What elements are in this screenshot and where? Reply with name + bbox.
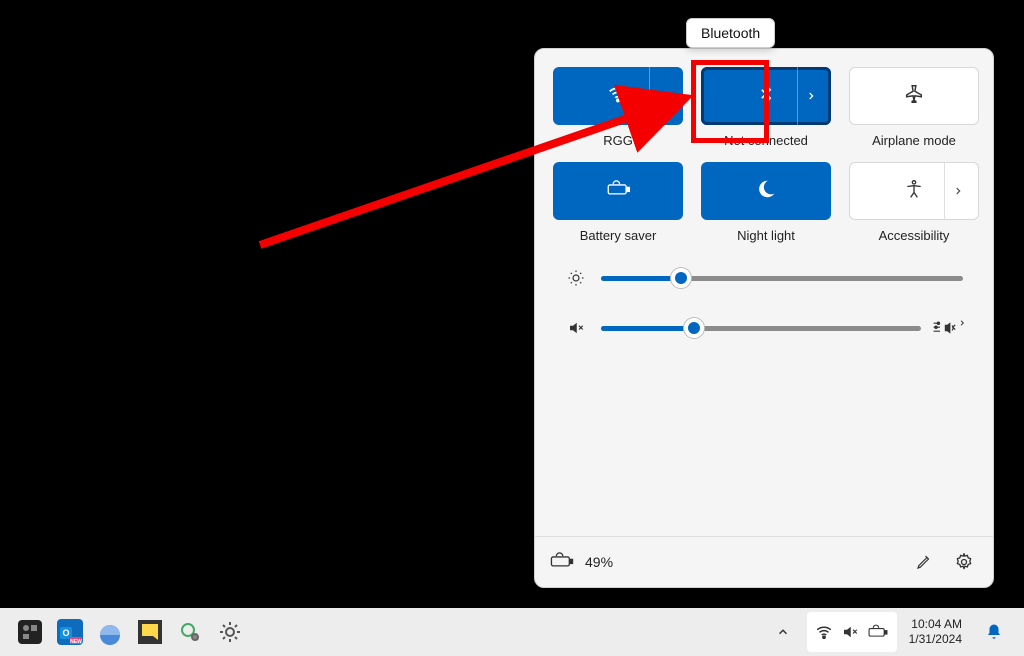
taskbar-notes[interactable] xyxy=(130,612,170,652)
accessibility-tile[interactable] xyxy=(849,162,979,220)
tray-time: 10:04 AM xyxy=(909,617,962,632)
brightness-icon xyxy=(565,269,587,287)
tray-network-volume-battery[interactable] xyxy=(807,612,897,652)
brightness-slider[interactable] xyxy=(601,276,963,281)
tiles-grid: RGG Not connected Airplane mode xyxy=(535,49,993,243)
bluetooth-icon xyxy=(756,84,776,109)
battery-saver-tile[interactable] xyxy=(553,162,683,220)
accessibility-icon xyxy=(904,179,924,204)
accessibility-expand[interactable] xyxy=(944,163,970,219)
svg-text:O: O xyxy=(62,628,69,638)
volume-mute-icon[interactable] xyxy=(565,319,587,337)
bluetooth-label: Not connected xyxy=(724,133,808,148)
bluetooth-tooltip: Bluetooth xyxy=(686,18,775,48)
night-light-tile[interactable] xyxy=(701,162,831,220)
sliders-section xyxy=(535,243,993,343)
accessibility-label: Accessibility xyxy=(879,228,950,243)
battery-saver-label: Battery saver xyxy=(580,228,657,243)
wifi-expand[interactable] xyxy=(649,67,675,125)
night-light-icon xyxy=(755,178,777,205)
battery-saver-icon xyxy=(605,179,631,204)
wifi-label: RGG xyxy=(603,133,633,148)
taskbar-browser[interactable] xyxy=(90,612,130,652)
bluetooth-tile[interactable] xyxy=(701,67,831,125)
edit-quick-settings-button[interactable] xyxy=(909,547,939,577)
svg-text:NEW: NEW xyxy=(70,639,82,645)
tray-volume-icon xyxy=(841,623,859,641)
taskbar-settings[interactable] xyxy=(210,612,250,652)
tray-overflow[interactable] xyxy=(763,612,803,652)
tray-notifications[interactable] xyxy=(974,612,1014,652)
battery-percent: 49% xyxy=(585,554,613,570)
wifi-tile[interactable] xyxy=(553,67,683,125)
tray-clock[interactable]: 10:04 AM 1/31/2024 xyxy=(901,617,970,647)
quick-settings-panel: RGG Not connected Airplane mode xyxy=(534,48,994,588)
wifi-icon xyxy=(607,83,629,110)
taskbar-tool-1[interactable] xyxy=(170,612,210,652)
tray-wifi-icon xyxy=(815,623,833,641)
volume-slider[interactable] xyxy=(601,326,921,331)
airplane-tile[interactable] xyxy=(849,67,979,125)
bluetooth-expand[interactable] xyxy=(797,67,823,125)
taskbar-outlook[interactable]: ONEW xyxy=(50,612,90,652)
airplane-label: Airplane mode xyxy=(872,133,956,148)
panel-footer: 49% xyxy=(535,536,993,587)
tray-date: 1/31/2024 xyxy=(909,632,962,647)
battery-status-icon[interactable] xyxy=(549,552,575,573)
night-light-label: Night light xyxy=(737,228,795,243)
taskbar: ONEW 10:04 AM 1/31/2024 xyxy=(0,608,1024,656)
airplane-icon xyxy=(903,83,925,110)
system-tray: 10:04 AM 1/31/2024 xyxy=(763,612,1014,652)
volume-output-icon[interactable] xyxy=(935,319,963,337)
tray-battery-icon xyxy=(867,624,889,640)
settings-button[interactable] xyxy=(949,547,979,577)
taskbar-app-1[interactable] xyxy=(10,612,50,652)
